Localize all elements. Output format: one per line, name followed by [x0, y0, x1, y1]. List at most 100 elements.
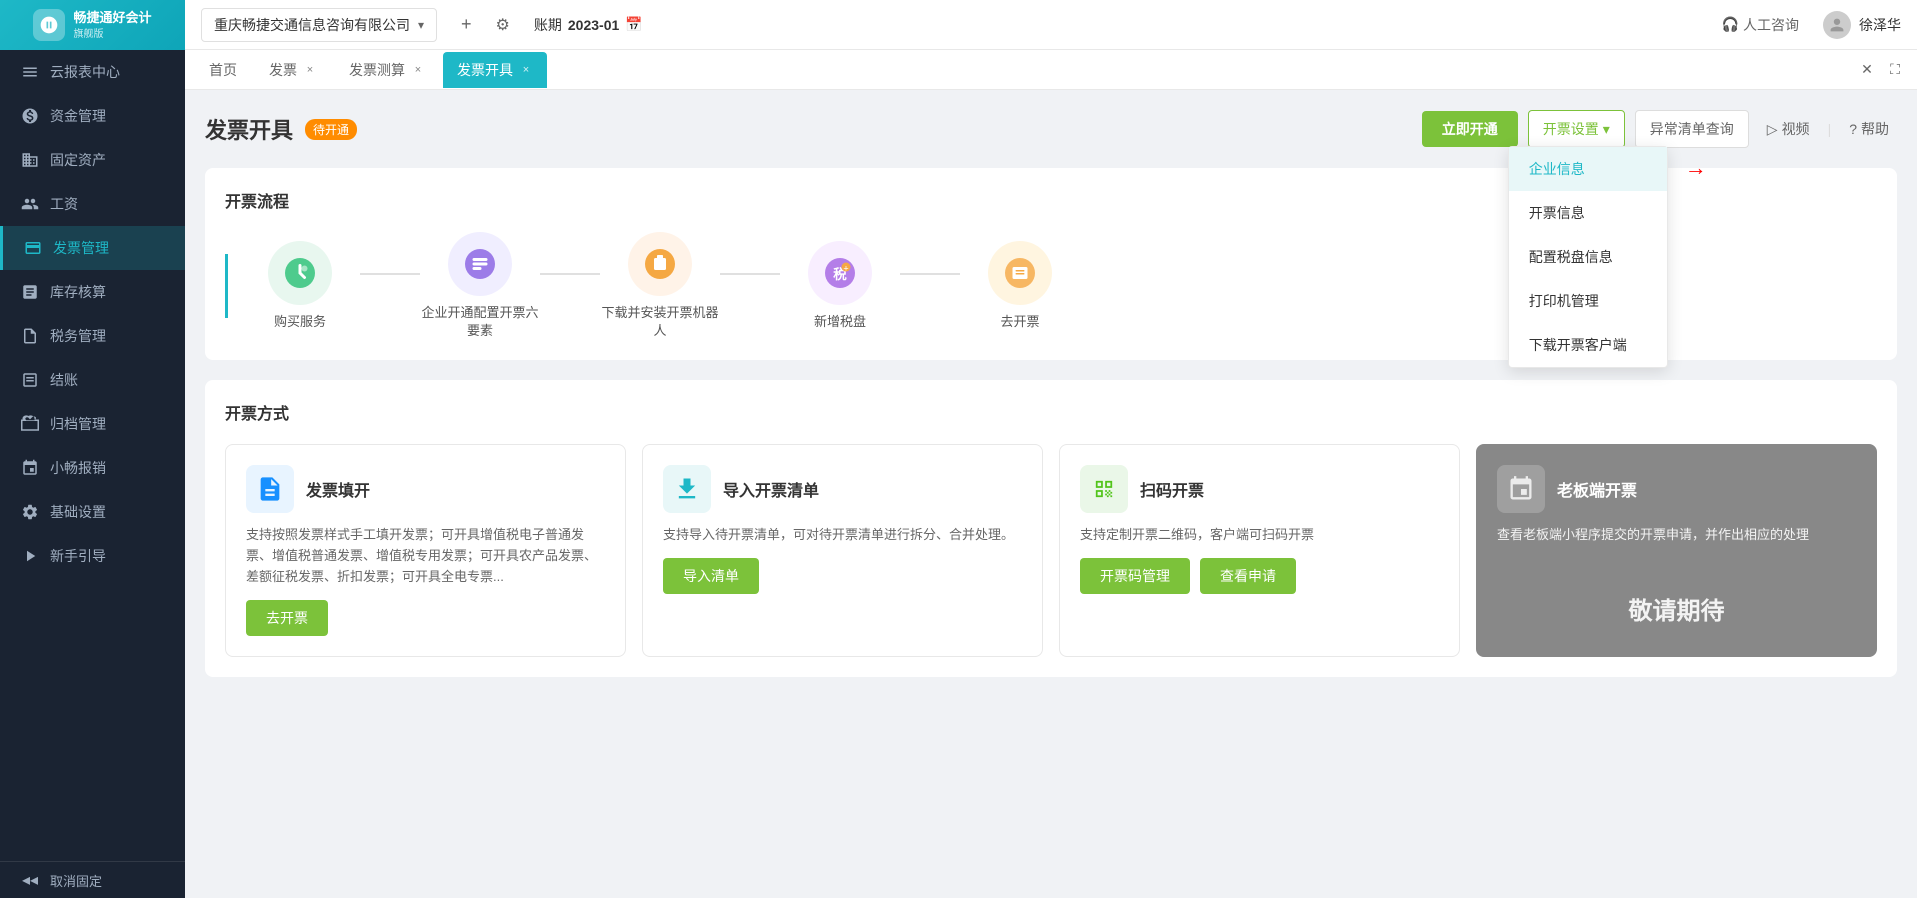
step-5-label: 去开票 — [1000, 313, 1039, 331]
dropdown-company-info[interactable]: 企业信息 — [1509, 147, 1667, 191]
settings-btn-header[interactable]: 开票设置 ▾ — [1528, 110, 1625, 148]
flow-connector-2 — [540, 273, 600, 275]
red-arrow-indicator: → — [1685, 155, 1707, 181]
flow-connector-1 — [360, 273, 420, 275]
status-badge: 待开通 — [305, 119, 357, 140]
logo: 畅捷通好会计 旗舰版 — [0, 0, 185, 50]
sidebar-label-cancel-pin: 取消固定 — [50, 871, 102, 890]
sidebar-item-cloud-report[interactable]: 云报表中心 — [0, 50, 185, 94]
close-account-icon — [20, 370, 40, 390]
tab-estimate[interactable]: 发票测算 × — [335, 52, 439, 88]
salary-icon — [20, 194, 40, 214]
tab-invoice[interactable]: 发票 × — [255, 52, 331, 88]
user-info[interactable]: 徐泽华 — [1823, 11, 1901, 39]
sidebar: 云报表中心 资金管理 固定资产 工资 — [0, 50, 185, 898]
sidebar-item-guide[interactable]: 新手引导 — [0, 534, 185, 578]
page-header: 发票开具 待开通 立即开通 开票设置 ▾ — [205, 110, 1897, 148]
method-card-import: 导入开票清单 支持导入待开票清单，可对待开票清单进行拆分、合并处理。 导入清单 — [642, 444, 1043, 656]
sidebar-item-invoice[interactable]: 发票管理 — [0, 226, 185, 270]
headset-icon: 🎧 — [1722, 16, 1739, 33]
method-card-fill: 发票填开 支持按照发票样式手工填开发票；可开具增值税电子普通发票、增值税普通发票… — [225, 444, 626, 656]
sidebar-item-archive[interactable]: 归档管理 — [0, 402, 185, 446]
method-scan-desc: 支持定制开票二维码，客户端可扫码开票 — [1080, 525, 1439, 546]
company-name: 重庆畅捷交通信息咨询有限公司 — [214, 15, 410, 35]
tab-invoice-open[interactable]: 发票开具 × — [443, 52, 547, 88]
cancel-pin-icon: ◂◂ — [20, 870, 40, 890]
sidebar-item-assets[interactable]: 固定资产 — [0, 138, 185, 182]
page-title-area: 发票开具 待开通 — [205, 113, 357, 145]
sidebar-label-assets: 固定资产 — [50, 150, 106, 170]
sidebar-item-tax[interactable]: 税务管理 — [0, 314, 185, 358]
logo-subtitle: 旗舰版 — [73, 25, 151, 40]
video-btn[interactable]: ▷ 视频 — [1759, 115, 1818, 143]
calendar-icon[interactable]: 📅 — [625, 16, 642, 33]
abnormal-label: 异常清单查询 — [1650, 119, 1734, 139]
period-label: 账期 — [534, 15, 562, 35]
sidebar-item-cancel-pin[interactable]: ◂◂ 取消固定 — [0, 861, 185, 898]
tax-icon — [20, 326, 40, 346]
methods-section-title: 开票方式 — [225, 400, 1877, 424]
method-scan-header: 扫码开票 — [1080, 465, 1439, 513]
dropdown-invoice-info[interactable]: 开票信息 — [1509, 191, 1667, 235]
method-scan-btn1[interactable]: 开票码管理 — [1080, 558, 1190, 594]
step-4-label: 新增税盘 — [814, 313, 866, 331]
method-fill-header: 发票填开 — [246, 465, 605, 513]
activate-btn[interactable]: 立即开通 — [1422, 111, 1518, 147]
step-2-label: 企业开通配置开票六要素 — [420, 304, 540, 340]
settings-label: 开票设置 — [1543, 119, 1599, 139]
method-scan-icon — [1080, 465, 1128, 513]
step-3-icon — [628, 232, 692, 296]
add-btn[interactable]: + — [453, 10, 480, 39]
sidebar-item-expense[interactable]: 小畅报销 — [0, 446, 185, 490]
sidebar-item-inventory[interactable]: 库存核算 — [0, 270, 185, 314]
dropdown-download-client[interactable]: 下载开票客户端 — [1509, 323, 1667, 367]
sidebar-label-archive: 归档管理 — [50, 414, 106, 434]
method-fill-desc: 支持按照发票样式手工填开发票；可开具增值税电子普通发票、增值税普通发票、增值税专… — [246, 525, 605, 587]
method-scan-name: 扫码开票 — [1140, 477, 1204, 501]
flow-connector-3 — [720, 273, 780, 275]
maximize-window-btn[interactable]: ⛶ — [1883, 58, 1907, 82]
assets-icon — [20, 150, 40, 170]
dropdown-printer[interactable]: 打印机管理 — [1509, 279, 1667, 323]
method-scan-btn2[interactable]: 查看申请 — [1200, 558, 1296, 594]
abnormal-list-btn[interactable]: 异常清单查询 — [1635, 110, 1749, 148]
methods-section: 开票方式 发票填开 支持按照发票样式手工填开发票；可开具增值税电子普通发票、增值… — [205, 380, 1897, 676]
method-fill-btn[interactable]: 去开票 — [246, 600, 328, 636]
avatar — [1823, 11, 1851, 39]
method-import-btn[interactable]: 导入清单 — [663, 558, 759, 594]
help-label: 帮助 — [1861, 119, 1889, 139]
invoice-icon — [23, 238, 43, 258]
boss-overlay-text: 敬请期待 — [1477, 591, 1876, 626]
sidebar-label-cloud-report: 云报表中心 — [50, 62, 120, 82]
help-btn[interactable]: ? 帮助 — [1841, 115, 1897, 143]
tab-invoice-open-close[interactable]: × — [519, 63, 533, 77]
tab-invoice-close[interactable]: × — [303, 63, 317, 77]
method-card-boss: 老板端开票 查看老板端小程序提交的开票申请，并作出相应的处理 敬请期待 — [1476, 444, 1877, 656]
dropdown-tax-disk[interactable]: 配置税盘信息 — [1509, 235, 1667, 279]
step-1-label: 购买服务 — [274, 313, 326, 331]
sidebar-label-close-account: 结账 — [50, 370, 78, 390]
sidebar-label-expense: 小畅报销 — [50, 458, 106, 478]
close-window-btn[interactable]: ✕ — [1855, 58, 1879, 82]
method-fill-icon — [246, 465, 294, 513]
sidebar-label-tax: 税务管理 — [50, 326, 106, 346]
sidebar-item-salary[interactable]: 工资 — [0, 182, 185, 226]
sidebar-label-invoice: 发票管理 — [53, 238, 109, 258]
sidebar-item-settings[interactable]: 基础设置 — [0, 490, 185, 534]
cloud-report-icon — [20, 62, 40, 82]
sidebar-item-finance[interactable]: 资金管理 — [0, 94, 185, 138]
header-actions: 立即开通 开票设置 ▾ 企业信息 — [1422, 110, 1897, 148]
archive-icon — [20, 414, 40, 434]
tab-estimate-close[interactable]: × — [411, 63, 425, 77]
flow-step-2: 企业开通配置开票六要素 — [420, 232, 540, 340]
method-boss-icon — [1497, 465, 1545, 513]
methods-grid: 发票填开 支持按照发票样式手工填开发票；可开具增值税电子普通发票、增值税普通发票… — [225, 444, 1877, 656]
method-import-desc: 支持导入待开票清单，可对待开票清单进行拆分、合并处理。 — [663, 525, 1022, 546]
consult-btn[interactable]: 🎧 人工咨询 — [1714, 11, 1807, 39]
tab-home[interactable]: 首页 — [195, 52, 251, 88]
sidebar-item-close-account[interactable]: 结账 — [0, 358, 185, 402]
logo-title: 畅捷通好会计 — [73, 10, 151, 26]
sidebar-label-inventory: 库存核算 — [50, 282, 106, 302]
company-selector[interactable]: 重庆畅捷交通信息咨询有限公司 ▾ — [201, 8, 437, 42]
settings-btn[interactable]: ⚙ — [488, 11, 518, 39]
